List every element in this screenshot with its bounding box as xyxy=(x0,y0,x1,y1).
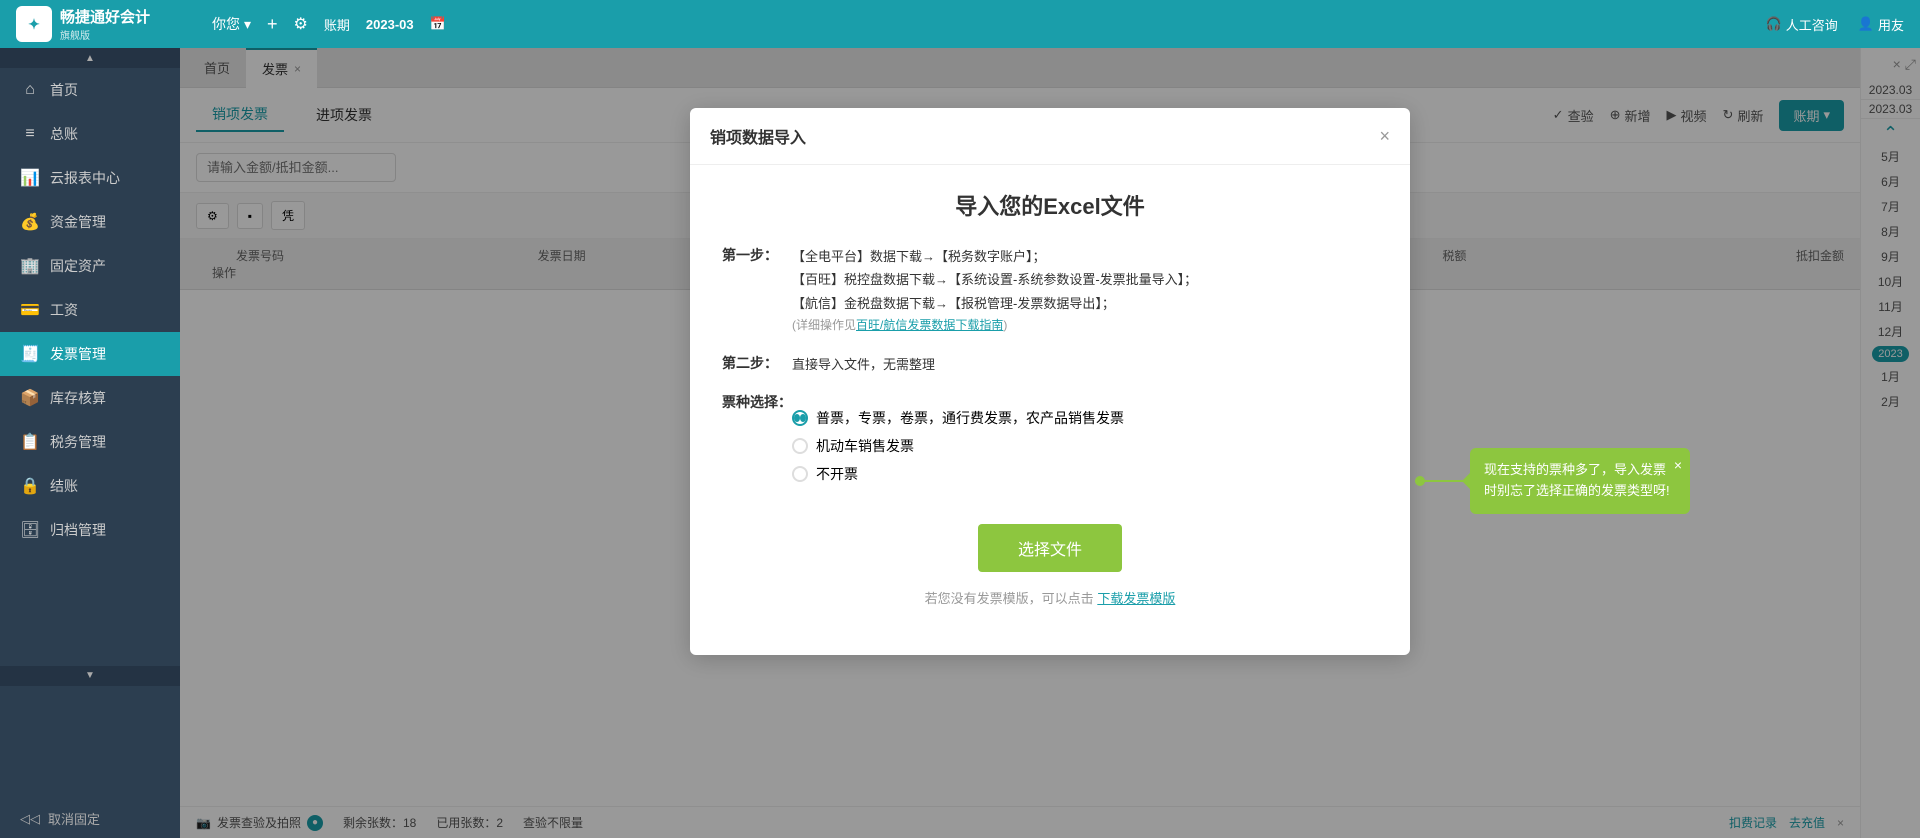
sidebar-item-label: 税务管理 xyxy=(50,432,106,452)
top-header: ✦ 畅捷通好会计 旗舰版 你您 ▾ + ⚙ 账期 2023-03 📅 🎧 人工咨… xyxy=(0,0,1920,48)
tooltip-close-icon[interactable]: × xyxy=(1674,454,1682,476)
ticket-radio-group: 普票，专票，卷票，通行费发票，农产品销售发票 机动车销售发票 不开票 xyxy=(792,400,1124,492)
sidebar-item-fund[interactable]: 💰 资金管理 xyxy=(0,200,180,244)
chevron-down-icon: ▾ xyxy=(244,16,251,33)
sidebar-item-archive[interactable]: 🗄 归档管理 xyxy=(0,508,180,552)
fund-icon: 💰 xyxy=(20,212,40,232)
sidebar-item-tax[interactable]: 📋 税务管理 xyxy=(0,420,180,464)
settings-icon[interactable]: ⚙ xyxy=(294,14,308,34)
import-modal: 销项数据导入 × 导入您的Excel文件 第一步： 【全电平台】数据下载→【税务… xyxy=(690,108,1410,655)
step1-row: 第一步： 【全电平台】数据下载→【税务数字账户】； 【百旺】税控盘数据下载→【系… xyxy=(722,245,1378,337)
sidebar-scroll-up[interactable]: ▲ xyxy=(0,48,180,68)
ticket-option-normal[interactable]: 普票，专票，卷票，通行费发票，农产品销售发票 xyxy=(792,408,1124,428)
support-button[interactable]: 🎧 人工咨询 xyxy=(1766,15,1838,34)
sidebar-item-label: 首页 xyxy=(50,80,78,100)
sidebar-item-label: 归档管理 xyxy=(50,520,106,540)
logo-text: 畅捷通好会计 旗舰版 xyxy=(60,6,150,42)
download-guide-link[interactable]: 百旺/航信发票数据下载指南 xyxy=(856,318,1003,332)
sidebar-item-label: 结账 xyxy=(50,476,78,496)
sidebar-item-label: 资金管理 xyxy=(50,212,106,232)
calendar-icon[interactable]: 📅 xyxy=(430,16,446,32)
sidebar-item-label: 云报表中心 xyxy=(50,168,120,188)
sidebar-item-label: 工资 xyxy=(50,300,78,320)
tax-icon: 📋 xyxy=(20,432,40,452)
sidebar-item-asset[interactable]: 🏢 固定资产 xyxy=(0,244,180,288)
step2-row: 第二步： 直接导入文件，无需整理 xyxy=(722,353,1378,376)
modal-close-button[interactable]: × xyxy=(1379,126,1390,147)
sidebar-item-label: 发票管理 xyxy=(50,344,106,364)
sidebar-item-report[interactable]: 📊 云报表中心 xyxy=(0,156,180,200)
cancel-pin-button[interactable]: ◁◁ 取消固定 xyxy=(0,799,180,838)
close-account-icon: 🔒 xyxy=(20,476,40,496)
sidebar-item-close-account[interactable]: 🔒 结账 xyxy=(0,464,180,508)
tooltip-box: × 现在支持的票种多了，导入发票时别忘了选择正确的发票类型呀! xyxy=(1470,448,1690,514)
ledger-icon: ≡ xyxy=(20,125,40,143)
add-icon[interactable]: + xyxy=(267,14,278,35)
ticket-selection-row: 票种选择： 普票，专票，卷票，通行费发票，农产品销售发票 机动车销售发票 不开票 xyxy=(722,392,1378,500)
sidebar-item-label: 固定资产 xyxy=(50,256,106,276)
modal-footer: 若您没有发票模版，可以点击 下载发票模版 xyxy=(722,588,1378,623)
select-file-area: 选择文件 xyxy=(722,524,1378,572)
radio-motor[interactable] xyxy=(792,438,808,454)
logo-area: ✦ 畅捷通好会计 旗舰版 xyxy=(16,6,196,42)
headset-icon: 🎧 xyxy=(1766,16,1782,32)
radio-normal[interactable] xyxy=(792,410,808,426)
sidebar-item-salary[interactable]: 💳 工资 xyxy=(0,288,180,332)
company-selector[interactable]: 你您 ▾ xyxy=(212,14,251,34)
sidebar-item-label: 库存核算 xyxy=(50,388,106,408)
report-icon: 📊 xyxy=(20,168,40,188)
pin-icon: ◁◁ xyxy=(20,811,40,827)
sidebar: ▲ ⌂ 首页 ≡ 总账 📊 云报表中心 💰 资金管理 🏢 固定资产 💳 工资 🧾… xyxy=(0,48,180,838)
sidebar-item-inventory[interactable]: 📦 库存核算 xyxy=(0,376,180,420)
modal-overlay: 销项数据导入 × 导入您的Excel文件 第一步： 【全电平台】数据下载→【税务… xyxy=(180,48,1920,838)
header-center: 你您 ▾ + ⚙ 账期 2023-03 📅 xyxy=(196,14,1766,35)
user-icon: 👤 xyxy=(1858,16,1874,32)
asset-icon: 🏢 xyxy=(20,256,40,276)
sidebar-item-label: 总账 xyxy=(50,124,78,144)
sidebar-item-invoice[interactable]: 🧾 发票管理 xyxy=(0,332,180,376)
ticket-option-none[interactable]: 不开票 xyxy=(792,464,1124,484)
salary-icon: 💳 xyxy=(20,300,40,320)
user-button[interactable]: 👤 用友 xyxy=(1858,15,1904,34)
sidebar-scroll-down[interactable]: ▼ xyxy=(0,666,180,686)
ticket-option-motor[interactable]: 机动车销售发票 xyxy=(792,436,1124,456)
inventory-icon: 📦 xyxy=(20,388,40,408)
home-icon: ⌂ xyxy=(20,81,40,99)
radio-none[interactable] xyxy=(792,466,808,482)
archive-icon: 🗄 xyxy=(20,520,40,540)
logo-icon: ✦ xyxy=(16,6,52,42)
invoice-icon: 🧾 xyxy=(20,344,40,364)
modal-header: 销项数据导入 × xyxy=(690,108,1410,165)
sidebar-item-ledger[interactable]: ≡ 总账 xyxy=(0,112,180,156)
sidebar-item-home[interactable]: ⌂ 首页 xyxy=(0,68,180,112)
header-right: 🎧 人工咨询 👤 用友 xyxy=(1766,15,1904,34)
modal-body: 导入您的Excel文件 第一步： 【全电平台】数据下载→【税务数字账户】； 【百… xyxy=(690,165,1410,655)
select-file-button[interactable]: 选择文件 xyxy=(978,524,1122,572)
tooltip-wrapper: × 现在支持的票种多了，导入发票时别忘了选择正确的发票类型呀! xyxy=(1470,448,1690,514)
download-template-link[interactable]: 下载发票模版 xyxy=(1097,591,1175,606)
step1-content: 【全电平台】数据下载→【税务数字账户】； 【百旺】税控盘数据下载→【系统设置-系… xyxy=(792,245,1197,337)
